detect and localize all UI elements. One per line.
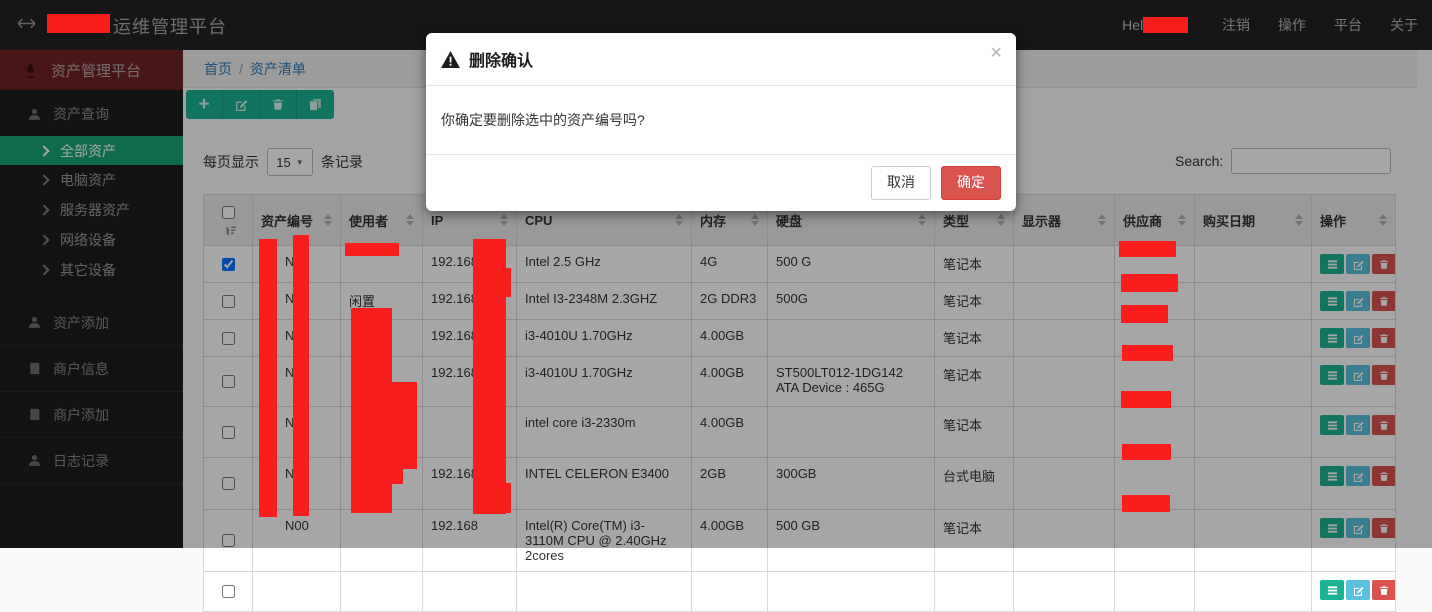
cell-ip <box>422 571 517 612</box>
redaction-block <box>1119 241 1176 257</box>
cell-purchase-date <box>1194 571 1312 612</box>
row-checkbox[interactable] <box>222 585 235 598</box>
redaction-block <box>1143 17 1188 33</box>
table-row <box>203 571 1396 612</box>
edit-icon <box>1353 585 1364 596</box>
cell-cpu <box>516 571 692 612</box>
redaction-block <box>1122 444 1171 460</box>
row-detail-button[interactable] <box>1320 580 1344 600</box>
redaction-block <box>259 239 277 517</box>
redaction-block <box>505 268 511 297</box>
redaction-block <box>293 235 309 516</box>
row-edit-button[interactable] <box>1346 580 1370 600</box>
cell-supplier <box>1114 571 1195 612</box>
redaction-block <box>392 382 417 469</box>
redaction-block <box>1122 345 1173 361</box>
cell-type <box>934 571 1014 612</box>
cell-user <box>340 571 423 612</box>
cancel-button[interactable]: 取消 <box>871 166 931 200</box>
close-icon[interactable]: × <box>990 43 1002 63</box>
dialog-footer: 取消 确定 <box>426 154 1016 211</box>
trash-icon <box>1379 585 1389 596</box>
cell-select <box>203 571 253 612</box>
redaction-block <box>345 243 399 256</box>
dialog-message: 你确定要删除选中的资产编号吗? <box>441 112 645 128</box>
row-delete-button[interactable] <box>1372 580 1395 600</box>
redaction-block <box>392 468 403 484</box>
redaction-block <box>47 14 110 33</box>
redaction-block <box>1121 305 1168 323</box>
cell-ram <box>691 571 768 612</box>
redaction-block <box>1122 495 1170 512</box>
cell-monitor <box>1013 571 1115 612</box>
confirm-button[interactable]: 确定 <box>941 166 1001 200</box>
list-icon <box>1327 585 1338 596</box>
redaction-block <box>473 239 506 514</box>
dialog-header: 删除确认 × <box>426 33 1016 86</box>
redaction-block <box>1121 274 1178 292</box>
cell-disk <box>767 571 935 612</box>
redaction-block <box>505 483 511 513</box>
cell-operations <box>1311 571 1396 612</box>
cell-asset-id <box>252 571 341 612</box>
delete-confirm-dialog: 删除确认 × 你确定要删除选中的资产编号吗? 取消 确定 <box>426 33 1016 211</box>
redaction-block <box>351 308 392 513</box>
dialog-title: 删除确认 <box>469 53 534 70</box>
redaction-block <box>1121 391 1171 408</box>
warning-icon <box>441 51 460 68</box>
